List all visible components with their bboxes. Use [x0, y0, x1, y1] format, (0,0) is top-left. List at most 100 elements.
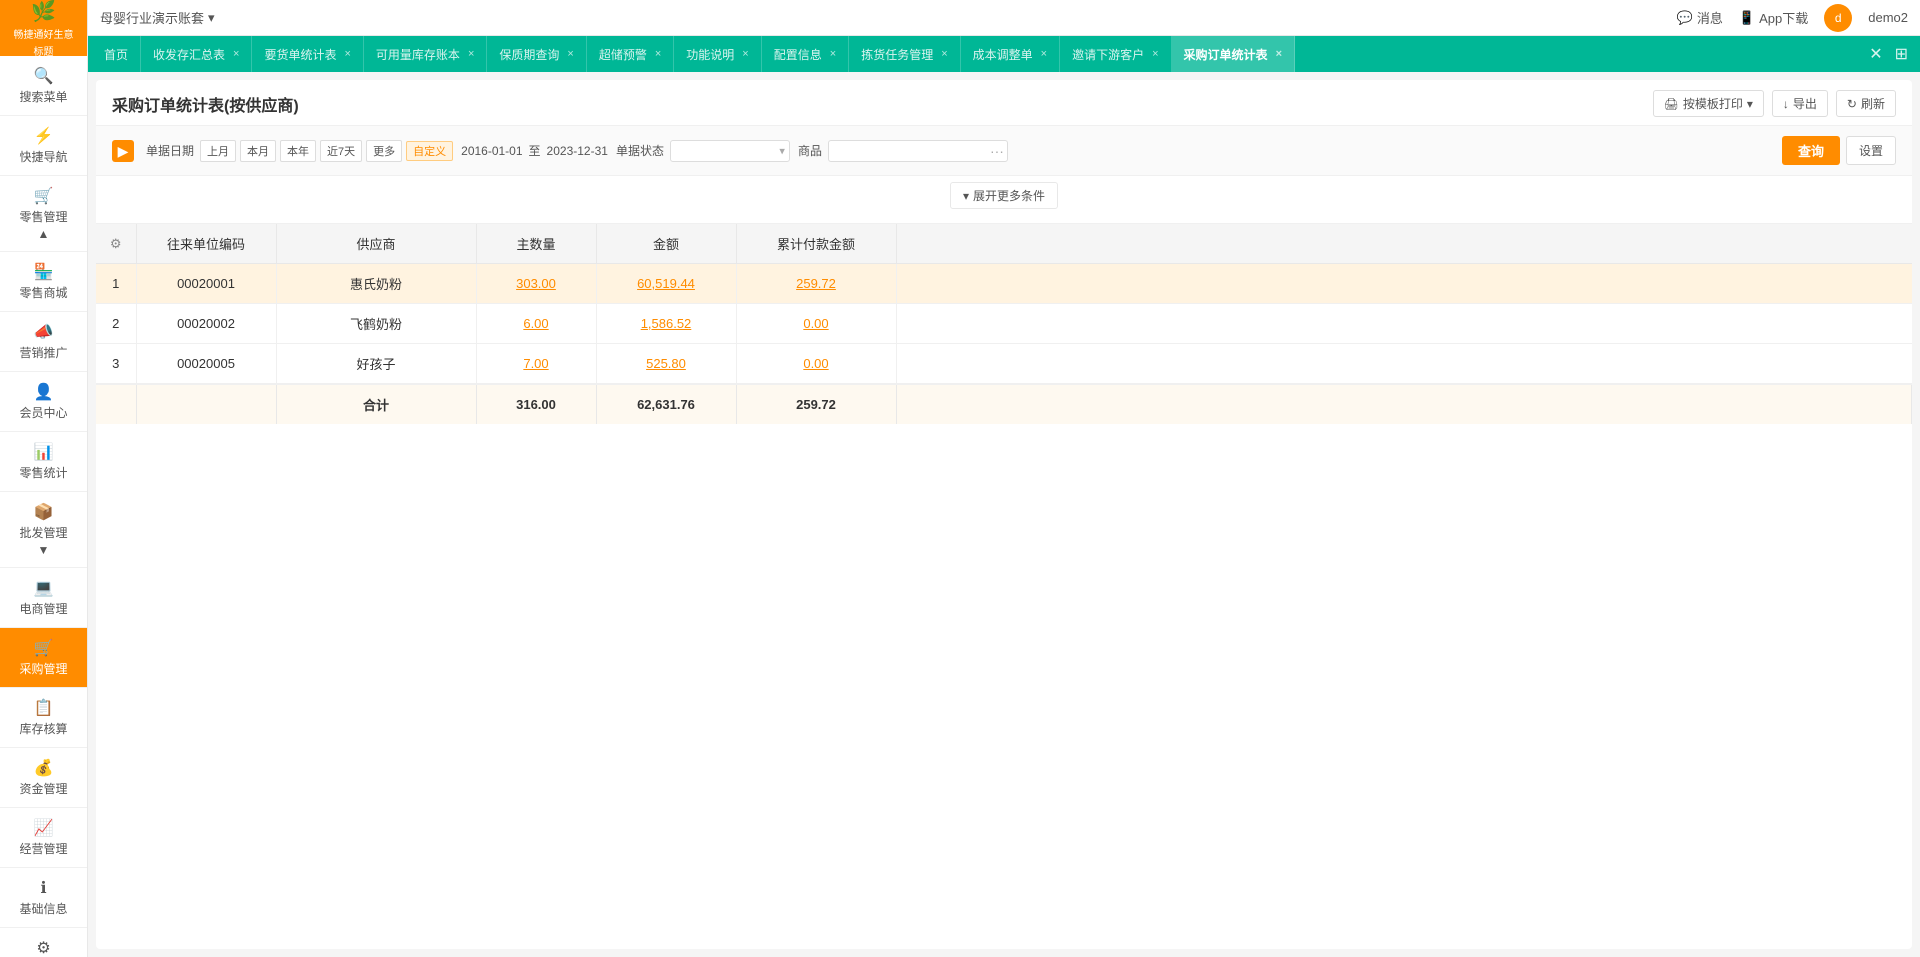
- tab-expiry-query[interactable]: 保质期查询 ×: [487, 36, 586, 72]
- close-tab-icon[interactable]: ×: [830, 48, 836, 60]
- row-paid[interactable]: 259.72: [736, 264, 896, 304]
- system-icon: ⚙: [36, 938, 50, 957]
- col-header-qty: 主数量: [476, 224, 596, 264]
- row-amount[interactable]: 525.80: [596, 344, 736, 385]
- print-dropdown-icon: ▾: [1747, 97, 1753, 111]
- close-tab-icon[interactable]: ×: [567, 48, 573, 60]
- sidebar-item-marketing[interactable]: 📣 营销推广: [0, 312, 87, 372]
- sidebar-item-label: 快捷导航: [19, 148, 67, 165]
- workspace-label: 母婴行业演示账套: [100, 8, 204, 27]
- tab-purchase-stat[interactable]: 采购订单统计表 ×: [1172, 36, 1295, 72]
- tab-label: 拣货任务管理: [861, 46, 933, 63]
- close-all-tabs-icon[interactable]: ✕: [1865, 42, 1886, 66]
- app-download-label: App下载: [1759, 8, 1808, 27]
- sidebar-item-inventory[interactable]: 📋 库存核算: [0, 688, 87, 748]
- sidebar-item-retail-mall[interactable]: 🏪 零售商城: [0, 252, 87, 312]
- row-qty[interactable]: 303.00: [476, 264, 596, 304]
- tab-function-desc[interactable]: 功能说明 ×: [674, 36, 761, 72]
- close-tab-icon[interactable]: ×: [1276, 48, 1282, 60]
- date-shortcut-last-month[interactable]: 上月: [200, 140, 236, 162]
- search-button[interactable]: 查询: [1782, 136, 1840, 165]
- sidebar-item-operation[interactable]: 📈 经营管理: [0, 808, 87, 868]
- close-tab-icon[interactable]: ×: [1152, 48, 1158, 60]
- message-button[interactable]: 💬 消息: [1677, 8, 1723, 27]
- chevron-down-icon: ▼: [38, 543, 50, 557]
- close-tab-icon[interactable]: ×: [655, 48, 661, 60]
- row-qty[interactable]: 6.00: [476, 304, 596, 344]
- table-row[interactable]: 1 00020001 惠氏奶粉 303.00 60,519.44 259.72: [96, 264, 1912, 304]
- close-tab-icon[interactable]: ×: [742, 48, 748, 60]
- sidebar-item-purchase[interactable]: 🛒 采购管理: [0, 628, 87, 688]
- date-shortcut-this-year[interactable]: 本年: [280, 140, 316, 162]
- message-label: 消息: [1697, 8, 1723, 27]
- sidebar-item-label: 营销推广: [19, 344, 67, 361]
- row-qty[interactable]: 7.00: [476, 344, 596, 385]
- expand-more-button[interactable]: ▾ 展开更多条件: [950, 182, 1058, 209]
- export-icon: ↓: [1783, 97, 1789, 111]
- row-code: 00020002: [136, 304, 276, 344]
- table-settings-header[interactable]: ⚙: [96, 224, 136, 264]
- tab-cost-adjust[interactable]: 成本调整单 ×: [961, 36, 1060, 72]
- tab-available-stock[interactable]: 可用量库存账本 ×: [364, 36, 487, 72]
- tab-pick-task[interactable]: 拣货任务管理 ×: [849, 36, 960, 72]
- row-amount[interactable]: 60,519.44: [596, 264, 736, 304]
- tab-receive-send[interactable]: 收发存汇总表 ×: [141, 36, 252, 72]
- sidebar-item-system[interactable]: ⚙ 系统管理: [0, 928, 87, 957]
- tab-goods-stat[interactable]: 要货单统计表 ×: [252, 36, 363, 72]
- row-paid[interactable]: 0.00: [736, 344, 896, 385]
- app-download-button[interactable]: 📱 App下载: [1739, 8, 1808, 27]
- close-tab-icon[interactable]: ×: [344, 48, 350, 60]
- print-button[interactable]: 🖨 按模板打印 ▾: [1653, 90, 1764, 117]
- expand-tabs-icon[interactable]: ⊞: [1891, 42, 1912, 66]
- retail-mall-icon: 🏪: [34, 262, 54, 282]
- tab-overstock-warning[interactable]: 超储预警 ×: [587, 36, 674, 72]
- table-row[interactable]: 2 00020002 飞鹤奶粉 6.00 1,586.52 0.00: [96, 304, 1912, 344]
- sidebar-item-retail[interactable]: 🛒 零售管理 ▲: [0, 176, 87, 252]
- expand-more-label: 展开更多条件: [973, 187, 1045, 204]
- close-tab-icon[interactable]: ×: [468, 48, 474, 60]
- user-initial: d: [1835, 11, 1842, 25]
- tab-invite-downstream[interactable]: 邀请下游客户 ×: [1060, 36, 1171, 72]
- sidebar-item-member[interactable]: 👤 会员中心: [0, 372, 87, 432]
- tab-config-info[interactable]: 配置信息 ×: [762, 36, 849, 72]
- table-row[interactable]: 3 00020005 好孩子 7.00 525.80 0.00: [96, 344, 1912, 385]
- table-header-row: ⚙ 往来单位编码 供应商 主数量 金额 累计付款金额: [96, 224, 1912, 264]
- tab-label: 采购订单统计表: [1184, 46, 1268, 63]
- message-icon: 💬: [1677, 10, 1693, 26]
- settings-button[interactable]: 设置: [1846, 136, 1896, 165]
- goods-input[interactable]: [828, 140, 1008, 162]
- sidebar-item-retail-stat[interactable]: 📊 零售统计: [0, 432, 87, 492]
- filter-date-group: 单据日期 上月 本月 本年 近7天 更多 自定义: [146, 140, 453, 162]
- sidebar-item-quick-nav[interactable]: ⚡ 快捷导航: [0, 116, 87, 176]
- tab-label: 收发存汇总表: [153, 46, 225, 63]
- goods-ellipsis-icon[interactable]: ···: [990, 143, 1004, 159]
- logo-text: 畅捷通好生意: [14, 26, 74, 41]
- sidebar-item-ecommerce[interactable]: 💻 电商管理: [0, 568, 87, 628]
- sidebar-item-finance[interactable]: 💰 资金管理: [0, 748, 87, 808]
- row-supplier: 飞鹤奶粉: [276, 304, 476, 344]
- date-shortcut-more[interactable]: 更多: [366, 140, 402, 162]
- summary-empty: [96, 384, 136, 424]
- export-button[interactable]: ↓ 导出: [1772, 90, 1828, 117]
- logo-icon: 🌿: [31, 0, 56, 24]
- filter-toggle-button[interactable]: ▶: [112, 140, 134, 162]
- export-label: 导出: [1793, 95, 1817, 112]
- date-shortcut-7-days[interactable]: 近7天: [320, 140, 362, 162]
- row-amount[interactable]: 1,586.52: [596, 304, 736, 344]
- row-paid[interactable]: 0.00: [736, 304, 896, 344]
- user-name[interactable]: demo2: [1868, 10, 1908, 25]
- refresh-button[interactable]: ↻ 刷新: [1836, 90, 1896, 117]
- close-tab-icon[interactable]: ×: [233, 48, 239, 60]
- tab-home[interactable]: 首页: [92, 36, 141, 72]
- search-icon: 🔍: [34, 66, 54, 86]
- close-tab-icon[interactable]: ×: [941, 48, 947, 60]
- sidebar-item-search[interactable]: 🔍 搜索菜单: [0, 56, 87, 116]
- date-shortcut-this-month[interactable]: 本月: [240, 140, 276, 162]
- close-tab-icon[interactable]: ×: [1041, 48, 1047, 60]
- sidebar-item-basic[interactable]: ℹ 基础信息: [0, 868, 87, 928]
- workspace-selector[interactable]: 母婴行业演示账套 ▾: [100, 8, 215, 27]
- col-header-extra: [896, 224, 1912, 264]
- sidebar-item-wholesale[interactable]: 📦 批发管理 ▼: [0, 492, 87, 568]
- summary-paid: 259.72: [736, 384, 896, 424]
- status-select[interactable]: 草稿 已确认 已关闭: [670, 140, 790, 162]
